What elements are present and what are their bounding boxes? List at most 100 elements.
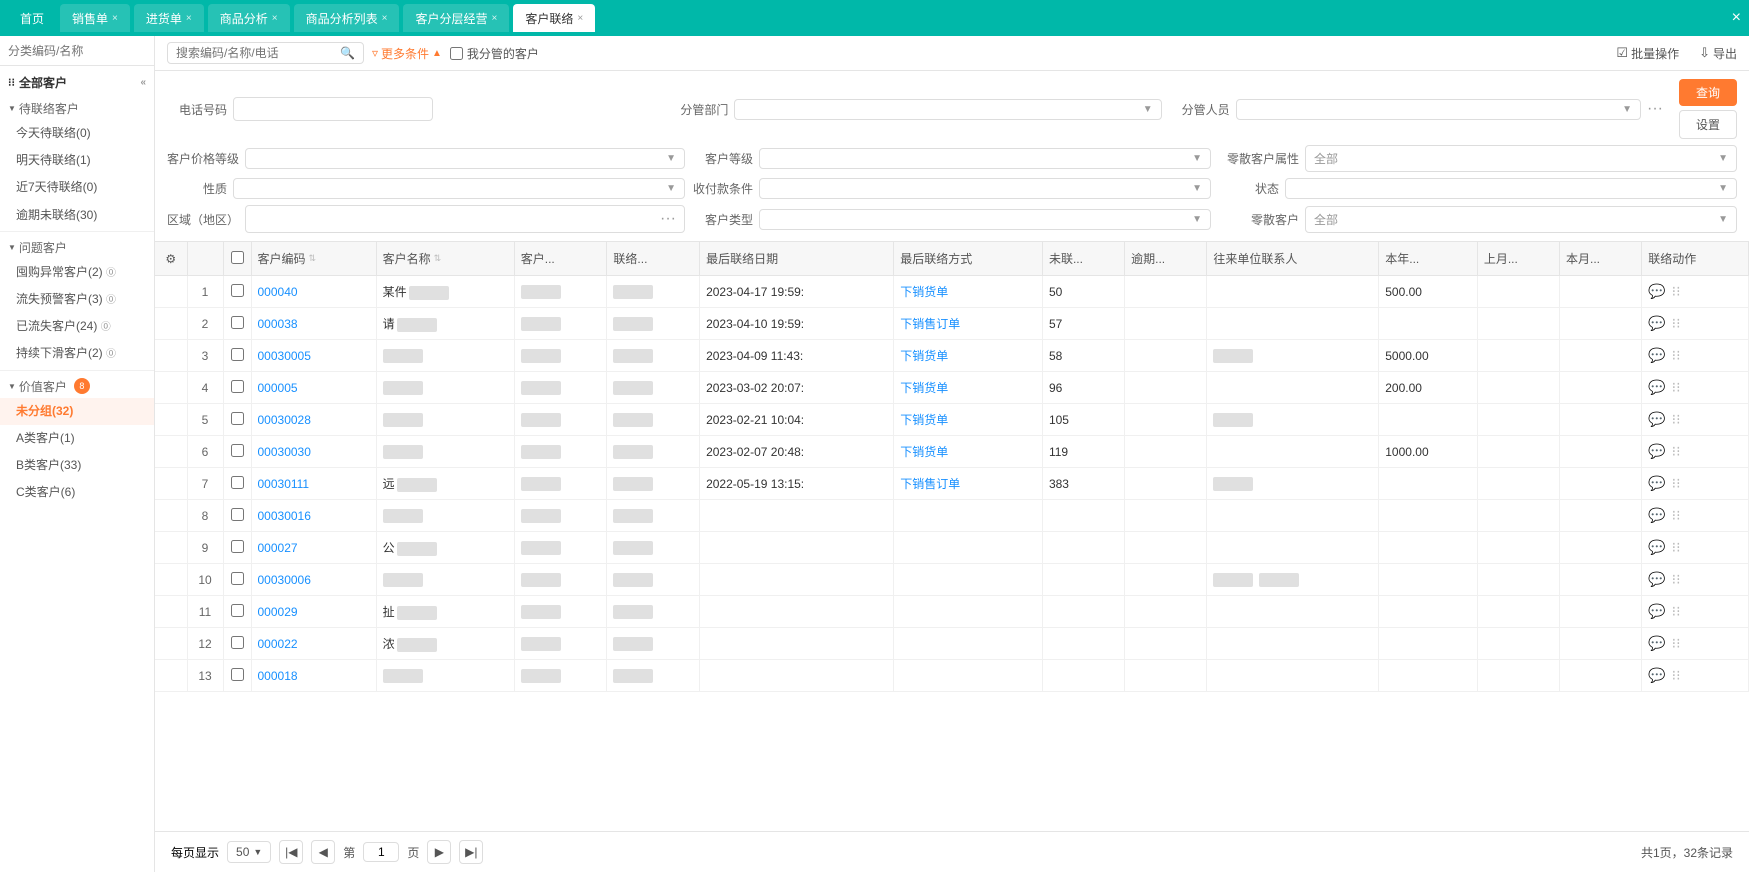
- more-conditions-btn[interactable]: ▿ 更多条件 ▲: [372, 45, 442, 62]
- menu-icon[interactable]: ⁝⁝: [1672, 315, 1681, 332]
- row-checkbox[interactable]: [231, 636, 244, 649]
- menu-icon[interactable]: ⁝⁝: [1672, 603, 1681, 620]
- sidebar-item-7days-pending[interactable]: 近7天待联络(0): [0, 174, 154, 201]
- row-checkbox[interactable]: [231, 604, 244, 617]
- menu-icon[interactable]: ⁝⁝: [1672, 475, 1681, 492]
- dept-select[interactable]: ▼: [734, 99, 1161, 120]
- search-input[interactable]: [176, 46, 336, 60]
- menu-icon[interactable]: ⁝⁝: [1672, 635, 1681, 652]
- customer-type-select[interactable]: ▼: [759, 209, 1211, 230]
- menu-icon[interactable]: ⁝⁝: [1672, 443, 1681, 460]
- sidebar-item-warning[interactable]: 流失预警客户(3) ⓪: [0, 286, 154, 313]
- sidebar-value-group[interactable]: ▼ 价值客户 8: [0, 373, 154, 398]
- sidebar-collapse-icon[interactable]: «: [140, 77, 146, 88]
- chat-icon[interactable]: 💬: [1648, 475, 1665, 492]
- nav-tab-customer-contact-close[interactable]: ×: [577, 13, 583, 24]
- name-sort-icon[interactable]: ⇅: [434, 253, 442, 264]
- code-sort-icon[interactable]: ⇅: [309, 253, 317, 264]
- sidebar-item-class-c[interactable]: C类客户(6): [0, 479, 154, 506]
- search-icon[interactable]: 🔍: [340, 46, 355, 60]
- nav-tab-purchase[interactable]: 进货单 ×: [134, 4, 204, 32]
- last-way-link[interactable]: 下销货单: [900, 349, 948, 363]
- next-page-btn[interactable]: ▶: [427, 840, 451, 864]
- menu-icon[interactable]: ⁝⁝: [1672, 379, 1681, 396]
- payment-select[interactable]: ▼: [759, 178, 1211, 199]
- retail-attr-select[interactable]: 全部 ▼: [1305, 145, 1737, 172]
- select-all-checkbox[interactable]: [231, 251, 244, 264]
- menu-icon[interactable]: ⁝⁝: [1672, 571, 1681, 588]
- home-tab[interactable]: 首页: [8, 10, 56, 27]
- person-more-icon[interactable]: ···: [1647, 100, 1663, 118]
- nav-tab-analysis-list[interactable]: 商品分析列表 ×: [294, 4, 400, 32]
- chat-icon[interactable]: 💬: [1648, 347, 1665, 364]
- row-checkbox[interactable]: [231, 316, 244, 329]
- nav-tab-analysis-list-close[interactable]: ×: [382, 13, 388, 24]
- sidebar-problem-group[interactable]: ▼ 问题客户: [0, 234, 154, 259]
- status-select[interactable]: ▼: [1285, 178, 1737, 199]
- nav-tab-analysis-close[interactable]: ×: [272, 13, 278, 24]
- prev-page-btn[interactable]: ◀: [311, 840, 335, 864]
- my-customers-filter[interactable]: 我分管的客户: [450, 45, 539, 62]
- chat-icon[interactable]: 💬: [1648, 379, 1665, 396]
- row-checkbox[interactable]: [231, 476, 244, 489]
- chat-icon[interactable]: 💬: [1648, 571, 1665, 588]
- sidebar-pending-group[interactable]: ▼ 待联络客户: [0, 95, 154, 120]
- area-select[interactable]: ···: [245, 205, 685, 233]
- chat-icon[interactable]: 💬: [1648, 667, 1665, 684]
- row-checkbox[interactable]: [231, 412, 244, 425]
- last-way-link[interactable]: 下销货单: [900, 413, 948, 427]
- sidebar-item-declining[interactable]: 持续下滑客户(2) ⓪: [0, 340, 154, 367]
- retail-customer-select[interactable]: 全部 ▼: [1305, 206, 1737, 233]
- menu-icon[interactable]: ⁝⁝: [1672, 507, 1681, 524]
- export-btn[interactable]: ⇩ 导出: [1699, 45, 1737, 62]
- sidebar-item-overdue-pending[interactable]: 逾期未联络(30): [0, 202, 154, 229]
- customer-level-select[interactable]: ▼: [759, 148, 1211, 169]
- row-checkbox[interactable]: [231, 572, 244, 585]
- last-way-link[interactable]: 下销货单: [900, 285, 948, 299]
- nav-tab-customer-mgmt[interactable]: 客户分层经营 ×: [403, 4, 509, 32]
- last-way-link[interactable]: 下销货单: [900, 445, 948, 459]
- chat-icon[interactable]: 💬: [1648, 315, 1665, 332]
- sidebar-item-lost[interactable]: 已流失客户(24) ⓪: [0, 313, 154, 340]
- code-resize-handle[interactable]: [372, 242, 376, 275]
- nav-tab-sales-close[interactable]: ×: [112, 13, 118, 24]
- sidebar-item-ungroup[interactable]: 未分组(32): [0, 398, 154, 425]
- row-checkbox[interactable]: [231, 444, 244, 457]
- nav-tab-customer-mgmt-close[interactable]: ×: [491, 13, 497, 24]
- last-way-link[interactable]: 下销货单: [900, 381, 948, 395]
- chat-icon[interactable]: 💬: [1648, 411, 1665, 428]
- last-way-link[interactable]: 下销售订单: [900, 317, 960, 331]
- price-level-select[interactable]: ▼: [245, 148, 685, 169]
- menu-icon[interactable]: ⁝⁝: [1672, 411, 1681, 428]
- sidebar-all-customers[interactable]: ⁝⁝ 全部客户 «: [0, 66, 154, 95]
- query-btn[interactable]: 查询: [1679, 79, 1737, 106]
- page-number-input[interactable]: [363, 842, 399, 862]
- sidebar-item-abnormal[interactable]: 囤购异常客户(2) ⓪: [0, 259, 154, 286]
- row-checkbox[interactable]: [231, 348, 244, 361]
- first-page-btn[interactable]: |◀: [279, 840, 303, 864]
- chat-icon[interactable]: 💬: [1648, 283, 1665, 300]
- menu-icon[interactable]: ⁝⁝: [1672, 667, 1681, 684]
- sidebar-search-input[interactable]: [8, 44, 155, 58]
- area-more-icon[interactable]: ···: [660, 210, 676, 228]
- chat-icon[interactable]: 💬: [1648, 635, 1665, 652]
- sidebar-item-tomorrow-pending[interactable]: 明天待联络(1): [0, 147, 154, 174]
- last-way-link[interactable]: 下销售订单: [900, 477, 960, 491]
- person-select[interactable]: ▼: [1236, 99, 1641, 120]
- nav-tab-customer-contact[interactable]: 客户联络 ×: [513, 4, 595, 32]
- page-size-select[interactable]: 50 ▼: [227, 841, 271, 863]
- row-checkbox[interactable]: [231, 668, 244, 681]
- batch-op-btn[interactable]: ☑ 批量操作: [1616, 45, 1679, 62]
- chat-icon[interactable]: 💬: [1648, 507, 1665, 524]
- chat-icon[interactable]: 💬: [1648, 603, 1665, 620]
- phone-input[interactable]: [233, 97, 433, 121]
- reset-btn[interactable]: 设置: [1679, 110, 1737, 139]
- row-checkbox[interactable]: [231, 508, 244, 521]
- window-close-btn[interactable]: ×: [1732, 9, 1741, 27]
- row-checkbox[interactable]: [231, 540, 244, 553]
- sidebar-item-today-pending[interactable]: 今天待联络(0): [0, 120, 154, 147]
- nav-tab-sales[interactable]: 销售单 ×: [60, 4, 130, 32]
- sidebar-item-class-a[interactable]: A类客户(1): [0, 425, 154, 452]
- nav-tab-analysis[interactable]: 商品分析 ×: [208, 4, 290, 32]
- menu-icon[interactable]: ⁝⁝: [1672, 347, 1681, 364]
